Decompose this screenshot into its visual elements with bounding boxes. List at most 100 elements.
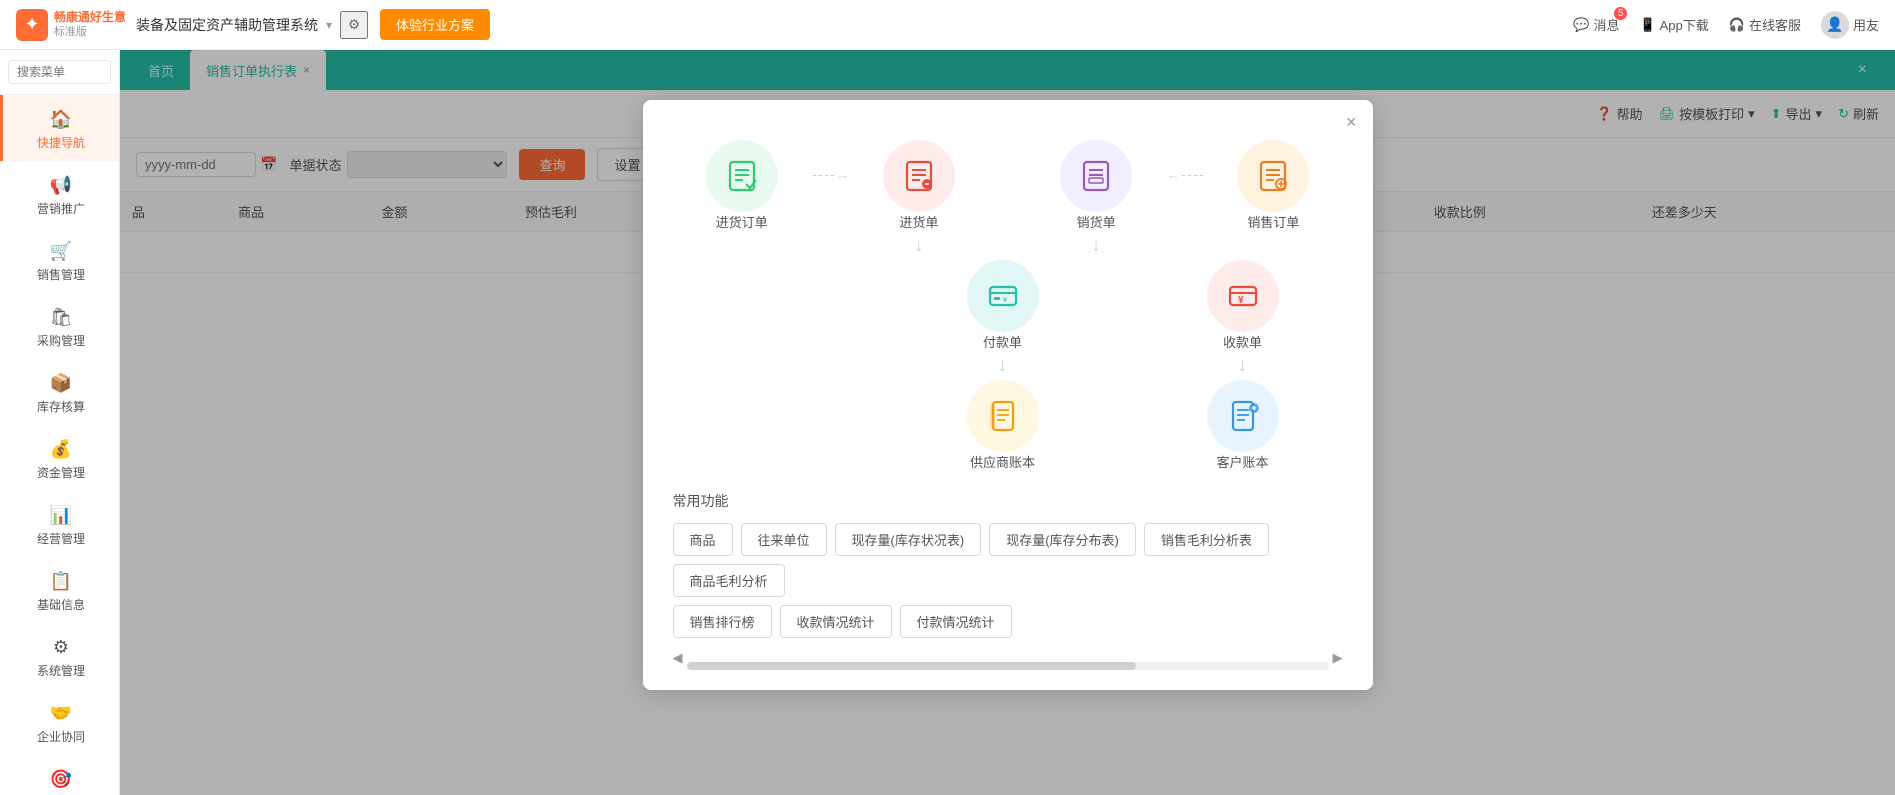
sidebar-item-system[interactable]: ⚙ 系统管理: [0, 623, 119, 689]
top-right: 💬 消息 5 📱 App下载 🎧 在线客服 👤 用友: [1573, 11, 1879, 39]
sale-order-label: 销售订单: [1247, 212, 1299, 231]
common-functions: 常用功能 商品 往来单位 现存量(库存状况表) 现存量(库存分布表) 销售毛利分…: [673, 491, 1343, 638]
func-btn-stock-status[interactable]: 现存量(库存状况表): [835, 523, 982, 556]
func-btn-goods[interactable]: 商品: [673, 523, 733, 556]
customer-ledger-circle: [1207, 380, 1279, 452]
sidebar-item-marketing[interactable]: 📢 营销推广: [0, 161, 119, 227]
sidebar-item-basic-info[interactable]: 📋 基础信息: [0, 557, 119, 623]
modal-close-button[interactable]: ×: [1346, 112, 1357, 133]
user-item[interactable]: 👤 用友: [1821, 11, 1879, 39]
sidebar-item-label: 销售管理: [37, 266, 85, 283]
payment-label: 付款单: [983, 332, 1022, 351]
flow-node-purchase-order: 进货订单: [683, 140, 801, 231]
flow-node-payment: ¥ 付款单: [923, 260, 1083, 351]
app-wrapper: ✦ 畅康通好生意 标准版 装备及固定资产辅助管理系统 ▾ ⚙ 体验行业方案 💬 …: [0, 0, 1895, 795]
func-buttons-row2: 销售排行榜 收款情况统计 付款情况统计: [673, 605, 1343, 638]
purchase-bill-circle: [883, 140, 955, 212]
sidebar-item-sales[interactable]: 🛒 销售管理: [0, 227, 119, 293]
enterprise-icon: 🤝: [50, 703, 72, 724]
sidebar-item-label: 采购管理: [37, 332, 85, 349]
func-btn-payment-stat[interactable]: 付款情况统计: [900, 605, 1012, 638]
message-item[interactable]: 💬 消息 5: [1573, 15, 1619, 34]
arrow-h-2: ← - - - -: [1155, 167, 1214, 204]
finance-icon: 💰: [50, 439, 72, 460]
sidebar-item-label: 系统管理: [37, 662, 85, 679]
sidebar-item-quick-nav[interactable]: 🏠 快捷导航: [0, 95, 119, 161]
top-bar: ✦ 畅康通好生意 标准版 装备及固定资产辅助管理系统 ▾ ⚙ 体验行业方案 💬 …: [0, 0, 1895, 50]
func-btn-sale-profit[interactable]: 销售毛利分析表: [1144, 523, 1269, 556]
modal-scrollbar: ◀ ▶: [673, 646, 1343, 670]
sidebar-item-label: 库存核算: [37, 398, 85, 415]
gear-button[interactable]: ⚙: [340, 11, 368, 39]
logo-icon: ✦: [16, 9, 48, 41]
func-btn-goods-profit[interactable]: 商品毛利分析: [673, 564, 785, 597]
logo-text: 畅康通好生意 标准版: [54, 10, 126, 40]
app-download-label: App下载: [1660, 15, 1709, 34]
sale-bill-label: 销货单: [1077, 212, 1116, 231]
download-icon: 📱: [1639, 17, 1655, 33]
flow-node-sale-bill: 销货单: [1037, 140, 1155, 231]
flow-down-arrows: ↓ ↓: [683, 235, 1333, 256]
common-title: 常用功能: [673, 491, 1343, 511]
payment-circle: ¥: [967, 260, 1039, 332]
main-area: 🏠 快捷导航 📢 营销推广 🛒 销售管理 🛍 采购管理 📦 库存核算 💰: [0, 50, 1895, 795]
svg-text:¥: ¥: [1238, 295, 1244, 306]
sidebar-item-label: 基础信息: [37, 596, 85, 613]
avatar: 👤: [1821, 11, 1849, 39]
sale-order-circle: [1237, 140, 1309, 212]
receipt-label: 收款单: [1223, 332, 1262, 351]
flow-node-sale-order: 销售订单: [1214, 140, 1332, 231]
flow-top-row: 进货订单 - - - - → 进货单: [683, 140, 1333, 231]
flow-node-purchase-bill: 进货单: [860, 140, 978, 231]
sidebar-item-enterprise[interactable]: 🤝 企业协同: [0, 689, 119, 755]
user-label: 用友: [1853, 15, 1879, 34]
func-btn-receipt-stat[interactable]: 收款情况统计: [780, 605, 892, 638]
search-input[interactable]: [8, 60, 111, 84]
sidebar-item-label: 企业协同: [37, 728, 85, 745]
flow-node-supplier-ledger: 供应商账本: [923, 380, 1083, 471]
modal-scroll-track[interactable]: [687, 662, 1329, 670]
func-btn-counterpart[interactable]: 往来单位: [741, 523, 827, 556]
flow-bottom-row: 供应商账本 客户账本: [683, 380, 1333, 471]
svg-text:¥: ¥: [1003, 297, 1007, 304]
basic-info-icon: 📋: [50, 571, 72, 592]
func-btn-sale-rank[interactable]: 销售排行榜: [673, 605, 772, 638]
modal-scroll-thumb: [687, 662, 1136, 670]
arrow-h-1: - - - - →: [801, 167, 860, 204]
flow-node-customer-ledger: 客户账本: [1163, 380, 1323, 471]
message-icon: 💬: [1573, 17, 1589, 33]
scroll-left-icon[interactable]: ◀: [673, 650, 683, 666]
online-service-label: 在线客服: [1749, 15, 1801, 34]
sidebar-item-inventory[interactable]: 📦 库存核算: [0, 359, 119, 425]
sidebar-item-label: 快捷导航: [37, 134, 85, 151]
beginner-icon: 🎯: [50, 769, 72, 790]
sale-bill-circle: [1060, 140, 1132, 212]
dropdown-icon[interactable]: ▾: [326, 18, 332, 32]
inventory-icon: 📦: [50, 373, 72, 394]
online-service-item[interactable]: 🎧 在线客服: [1729, 15, 1801, 34]
purchase-icon: 🛍: [50, 307, 73, 328]
quick-nav-icon: 🏠: [50, 109, 72, 130]
sidebar-item-finance[interactable]: 💰 资金管理: [0, 425, 119, 491]
receipt-circle: ¥: [1207, 260, 1279, 332]
supplier-ledger-circle: [967, 380, 1039, 452]
sidebar-item-label: 资金管理: [37, 464, 85, 481]
sidebar-item-operation[interactable]: 📊 经营管理: [0, 491, 119, 557]
flow-node-receipt: ¥ 收款单: [1163, 260, 1323, 351]
flow-diagram: 进货订单 - - - - → 进货单: [673, 130, 1343, 471]
customer-ledger-label: 客户账本: [1216, 452, 1268, 471]
search-bar: [0, 50, 119, 95]
message-badge: 5: [1614, 7, 1628, 20]
scroll-right-icon[interactable]: ▶: [1333, 650, 1343, 666]
spacer-left: [683, 235, 801, 256]
purchase-order-circle: [706, 140, 778, 212]
purchase-order-label: 进货订单: [716, 212, 768, 231]
app-download-item[interactable]: 📱 App下载: [1639, 15, 1708, 34]
func-btn-stock-dist[interactable]: 现存量(库存分布表): [989, 523, 1136, 556]
down-arrow-receipt: ↓: [1163, 355, 1323, 376]
sidebar-item-purchase[interactable]: 🛍 采购管理: [0, 293, 119, 359]
content-area: 首页 销售订单执行表 × × ❓ 帮助 🖨 按模板打印 ▾: [120, 50, 1895, 795]
supplier-ledger-label: 供应商账本: [970, 452, 1035, 471]
sidebar-item-beginner[interactable]: 🎯 新手引导: [0, 755, 119, 795]
trial-button[interactable]: 体验行业方案: [380, 9, 490, 40]
